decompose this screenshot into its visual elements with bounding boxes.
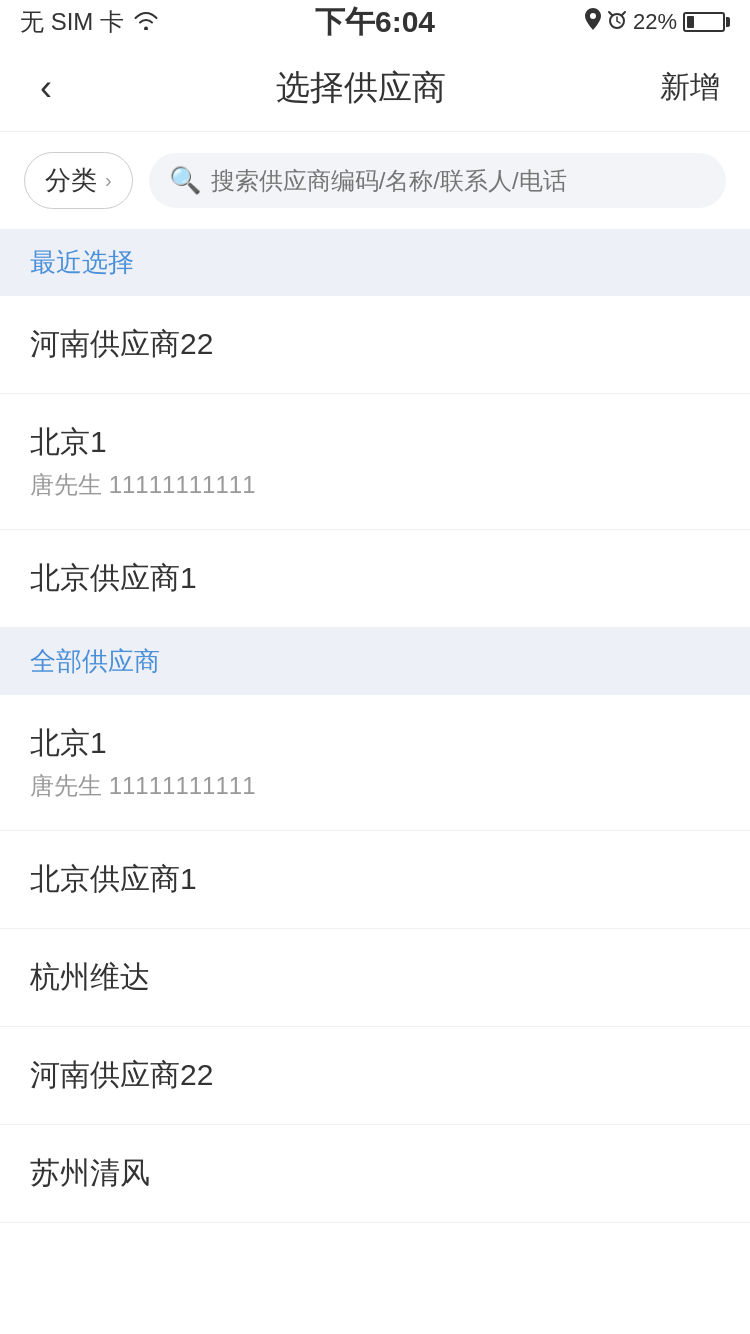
battery-percent: 22% — [633, 9, 677, 35]
search-input[interactable] — [211, 167, 706, 195]
location-icon — [585, 8, 601, 36]
item-name: 北京1 — [30, 422, 720, 463]
item-name: 河南供应商22 — [30, 324, 720, 365]
recent-section-label: 最近选择 — [30, 247, 134, 277]
list-item[interactable]: 杭州维达 — [0, 929, 750, 1027]
list-item[interactable]: 北京1 唐先生 11111111111 — [0, 695, 750, 831]
item-name: 杭州维达 — [30, 957, 720, 998]
all-section-header: 全部供应商 — [0, 628, 750, 695]
category-button[interactable]: 分类 › — [24, 152, 133, 209]
item-sub: 唐先生 11111111111 — [30, 469, 720, 501]
item-name: 河南供应商22 — [30, 1055, 720, 1096]
wifi-icon — [132, 8, 160, 36]
list-item[interactable]: 苏州清风 — [0, 1125, 750, 1223]
recent-section-header: 最近选择 — [0, 229, 750, 296]
chevron-right-icon: › — [105, 169, 112, 192]
all-list: 北京1 唐先生 11111111111 北京供应商1 杭州维达河南供应商22 苏州清风 — [0, 695, 750, 1223]
back-button[interactable]: ‹ — [30, 57, 62, 119]
status-time: 下午6:04 — [315, 2, 435, 43]
list-item[interactable]: 北京供应商1 — [0, 530, 750, 628]
list-item[interactable]: 北京1 唐先生 11111111111 — [0, 394, 750, 530]
filter-bar: 分类 › 🔍 — [0, 132, 750, 229]
item-name: 北京供应商1 — [30, 859, 720, 900]
add-button[interactable]: 新增 — [660, 67, 720, 108]
search-icon: 🔍 — [169, 165, 201, 196]
list-item[interactable]: 河南供应商22 — [0, 1027, 750, 1125]
status-right: 22% — [585, 8, 730, 36]
item-sub: 唐先生 11111111111 — [30, 770, 720, 802]
battery-icon — [683, 12, 730, 32]
page-title: 选择供应商 — [276, 65, 446, 111]
status-bar: 无 SIM 卡 下午6:04 22% — [0, 0, 750, 44]
alarm-icon — [607, 8, 627, 36]
list-item[interactable]: 河南供应商22 — [0, 296, 750, 394]
item-name: 苏州清风 — [30, 1153, 720, 1194]
recent-list: 河南供应商22 北京1 唐先生 11111111111 北京供应商1 — [0, 296, 750, 628]
item-name: 北京1 — [30, 723, 720, 764]
carrier-text: 无 SIM 卡 — [20, 6, 124, 38]
list-item[interactable]: 北京供应商1 — [0, 831, 750, 929]
search-box: 🔍 — [149, 153, 726, 208]
all-section-label: 全部供应商 — [30, 646, 160, 676]
item-name: 北京供应商1 — [30, 558, 720, 599]
category-label: 分类 — [45, 163, 97, 198]
status-left: 无 SIM 卡 — [20, 6, 160, 38]
nav-bar: ‹ 选择供应商 新增 — [0, 44, 750, 132]
